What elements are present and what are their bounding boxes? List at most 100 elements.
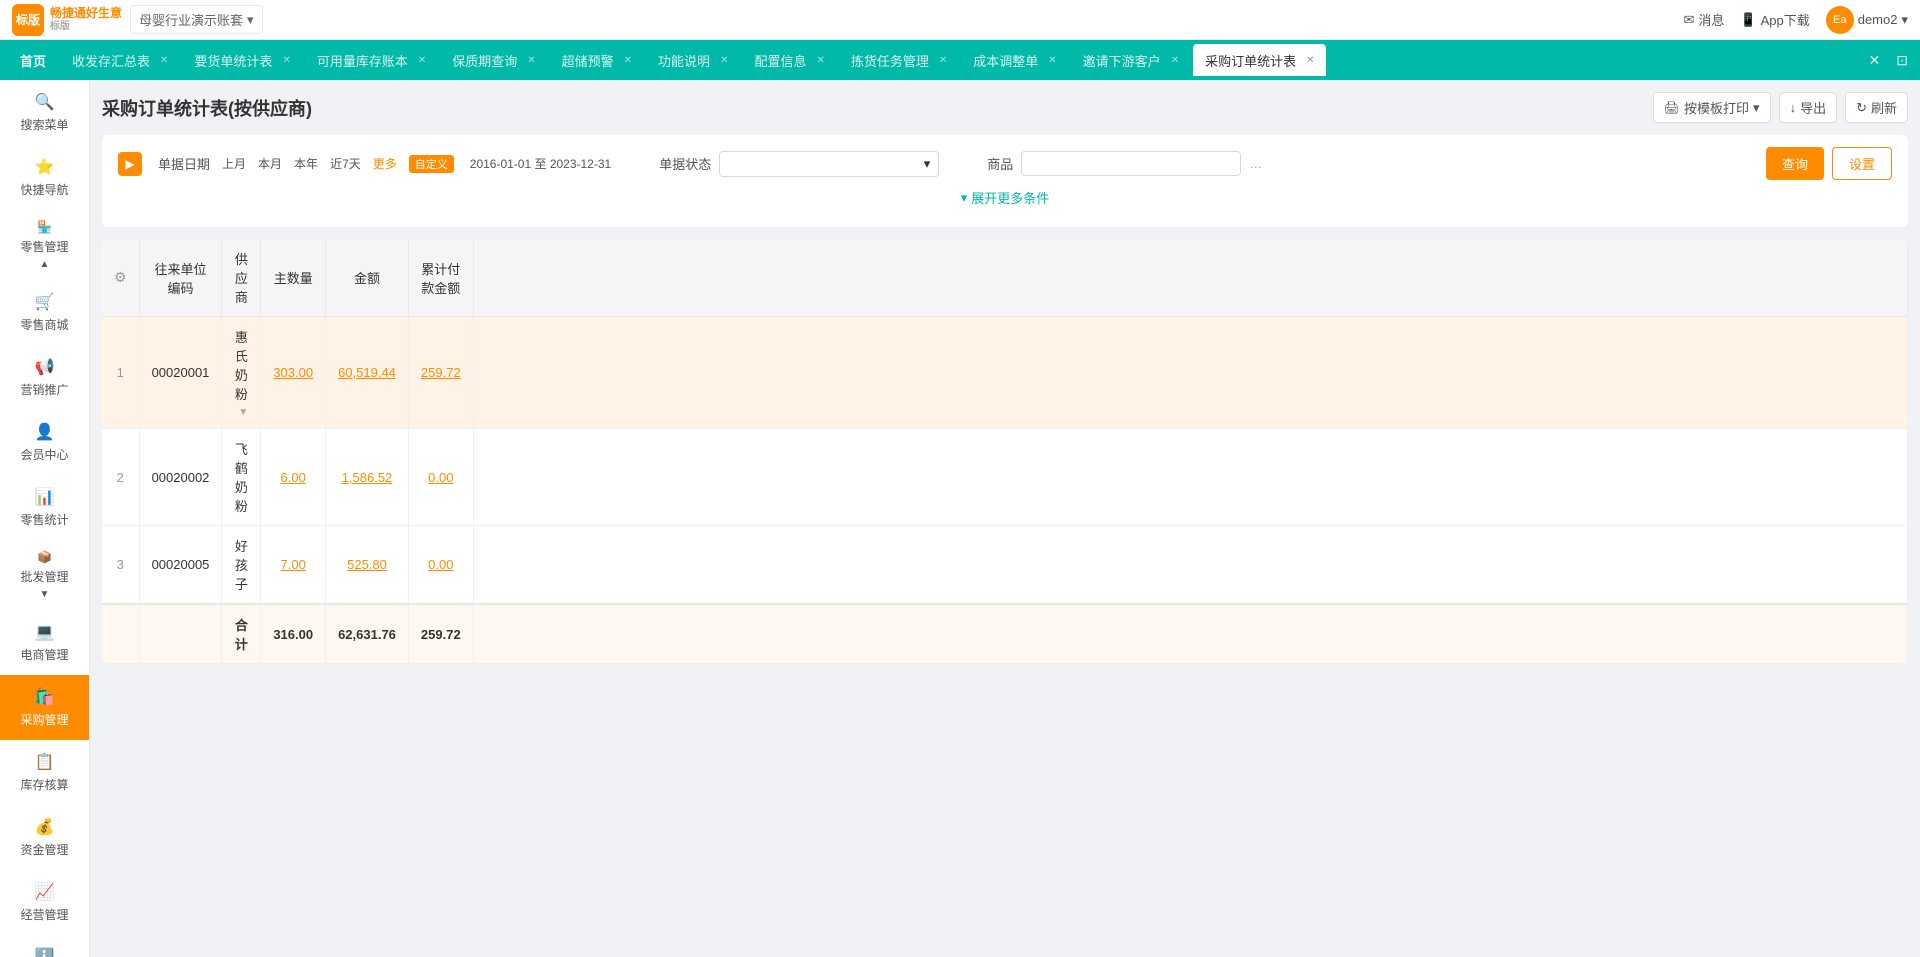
expand-icon[interactable]: ▼ [238, 407, 248, 418]
goods-input[interactable] [1021, 151, 1241, 176]
date-label: 单据日期 [158, 154, 210, 173]
close-icon[interactable]: ✕ [816, 55, 824, 66]
date-shortcut-last-month[interactable]: 上月 [218, 153, 250, 174]
ellipsis-icon[interactable]: … [1249, 156, 1262, 171]
chevron-up-icon: ▲ [40, 259, 50, 270]
sidebar-item-finance[interactable]: 💰 资金管理 [0, 805, 89, 870]
date-shortcut-7days[interactable]: 近7天 [326, 153, 365, 174]
filter-toggle[interactable]: ▶ [118, 152, 142, 176]
app-download-button[interactable]: 📱 App下载 [1740, 10, 1809, 29]
workspace-selector[interactable]: 母婴行业演示账套 ▾ [130, 5, 263, 34]
user-icon: 👤 [35, 422, 55, 442]
chart-icon: 📊 [35, 487, 55, 507]
footer-empty [102, 604, 139, 664]
clipboard-icon: 📋 [35, 752, 55, 772]
computer-icon: 💻 [35, 622, 55, 642]
date-shortcut-more[interactable]: 更多 [369, 153, 401, 174]
message-button[interactable]: ✉ 消息 [1683, 10, 1724, 29]
status-select[interactable]: ▾ [719, 151, 939, 177]
trending-icon: 📈 [35, 882, 55, 902]
settings-button[interactable]: 设置 [1832, 147, 1892, 180]
close-icon[interactable]: ✕ [720, 55, 728, 66]
close-icon[interactable]: ✕ [527, 55, 535, 66]
cell-paid: 0.00 [408, 526, 473, 605]
sidebar-item-wholesale[interactable]: 📦 批发管理 ▼ [0, 540, 89, 610]
cell-supplier: 好孩子 [222, 526, 261, 605]
col-qty: 主数量 [261, 239, 326, 317]
chevron-down-icon: ▾ [1753, 100, 1760, 116]
close-icon[interactable]: ✕ [1171, 55, 1179, 66]
chevron-down-icon: ▼ [40, 589, 50, 600]
row-num: 1 [102, 317, 139, 429]
close-icon[interactable]: ✕ [939, 55, 947, 66]
tab-function[interactable]: 功能说明 ✕ [646, 44, 740, 76]
cell-qty: 303.00 [261, 317, 326, 429]
sidebar-item-operations[interactable]: 📈 经营管理 [0, 870, 89, 935]
logo-area: 标版 畅捷通好生意 标版 [12, 4, 122, 36]
close-icon[interactable]: ✕ [282, 55, 290, 66]
close-icon[interactable]: ✕ [1048, 55, 1056, 66]
tab-collect[interactable]: 收发存汇总表 ✕ [60, 44, 180, 76]
tab-home[interactable]: 首页 [8, 44, 58, 76]
filter-group-status: 单据状态 ▾ [659, 151, 939, 177]
tab-cost[interactable]: 成本调整单 ✕ [961, 44, 1068, 76]
sidebar-item-shortcut[interactable]: ⭐ 快捷导航 [0, 145, 89, 210]
sidebar-item-retail[interactable]: 🏪 零售管理 ▲ [0, 210, 89, 280]
export-icon: ↓ [1790, 100, 1797, 115]
sidebar-item-ecommerce[interactable]: 💻 电商管理 [0, 610, 89, 675]
expand-more-button[interactable]: ▾ 展开更多条件 [118, 180, 1892, 215]
tab-pickup[interactable]: 拣货任务管理 ✕ [839, 44, 959, 76]
close-icon[interactable]: ✕ [1306, 55, 1314, 66]
nav-tab-end: ✕ ⊡ [1865, 48, 1912, 73]
date-shortcut-this-year[interactable]: 本年 [290, 153, 322, 174]
query-button[interactable]: 查询 [1766, 147, 1824, 180]
cell-extra [473, 429, 1907, 526]
tab-available[interactable]: 可用量库存账本 ✕ [305, 44, 438, 76]
print-button[interactable]: 🖨 按模板打印 ▾ [1653, 92, 1771, 123]
cell-amount: 1,586.52 [326, 429, 409, 526]
tab-config[interactable]: 配置信息 ✕ [742, 44, 836, 76]
sidebar-item-basic[interactable]: ℹ️ 基础信息 [0, 935, 89, 957]
tab-purchase-stat[interactable]: 采购订单统计表 ✕ [1193, 44, 1326, 76]
filter-group-goods: 商品 … [987, 151, 1262, 176]
refresh-button[interactable]: ↻ 刷新 [1845, 92, 1908, 123]
sidebar-item-retail-mall[interactable]: 🛒 零售商城 [0, 280, 89, 345]
filter-area: ▶ 单据日期 上月 本月 本年 近7天 更多 自定义 2016-01-01 至 … [102, 135, 1908, 227]
top-bar-right: ✉ 消息 📱 App下载 Ea demo2 ▾ [1683, 6, 1908, 34]
tab-overstock[interactable]: 超储预警 ✕ [550, 44, 644, 76]
date-custom-badge[interactable]: 自定义 [409, 155, 454, 173]
user-menu[interactable]: Ea demo2 ▾ [1826, 6, 1908, 34]
table-header-row: ⚙ 往来单位编码 供应商 主数量 金额 累计付款金额 [102, 239, 1908, 317]
expand-nav-icon[interactable]: ⊡ [1892, 48, 1912, 73]
box-icon: 📦 [37, 550, 52, 564]
table-row: 3 00020005 好孩子 7.00 525.80 0.00 [102, 526, 1908, 605]
tab-require[interactable]: 要货单统计表 ✕ [182, 44, 302, 76]
sidebar-item-retail-stat[interactable]: 📊 零售统计 [0, 475, 89, 540]
refresh-icon: ↻ [1856, 100, 1867, 116]
settings-icon[interactable]: ⚙ [114, 269, 127, 285]
tab-warranty[interactable]: 保质期查询 ✕ [440, 44, 547, 76]
footer-empty2 [139, 604, 222, 664]
export-button[interactable]: ↓ 导出 [1779, 92, 1838, 123]
sidebar-item-inventory[interactable]: 📋 库存核算 [0, 740, 89, 805]
main-content: 采购订单统计表(按供应商) 🖨 按模板打印 ▾ ↓ 导出 ↻ 刷新 [90, 80, 1920, 957]
sidebar-item-search[interactable]: 🔍 搜索菜单 [0, 80, 89, 145]
close-all-icon[interactable]: ✕ [1865, 48, 1885, 73]
date-shortcut-this-month[interactable]: 本月 [254, 153, 286, 174]
tab-invite[interactable]: 邀请下游客户 ✕ [1071, 44, 1191, 76]
col-paid: 累计付款金额 [408, 239, 473, 317]
close-icon[interactable]: ✕ [624, 55, 632, 66]
sidebar-item-marketing[interactable]: 📢 营销推广 [0, 345, 89, 410]
col-settings: ⚙ [102, 239, 139, 317]
col-amount: 金额 [326, 239, 409, 317]
cell-extra [473, 317, 1907, 429]
sidebar-item-members[interactable]: 👤 会员中心 [0, 410, 89, 475]
close-icon[interactable]: ✕ [160, 55, 168, 66]
date-range: 2016-01-01 至 2023-12-31 [470, 155, 611, 172]
cart-icon: 🛒 [35, 292, 55, 312]
sidebar-item-purchase[interactable]: 🛍️ 采购管理 [0, 675, 89, 740]
message-icon: ✉ [1683, 12, 1694, 28]
close-icon[interactable]: ✕ [418, 55, 426, 66]
filter-row-main: ▶ 单据日期 上月 本月 本年 近7天 更多 自定义 2016-01-01 至 … [118, 147, 1892, 180]
cell-qty: 6.00 [261, 429, 326, 526]
